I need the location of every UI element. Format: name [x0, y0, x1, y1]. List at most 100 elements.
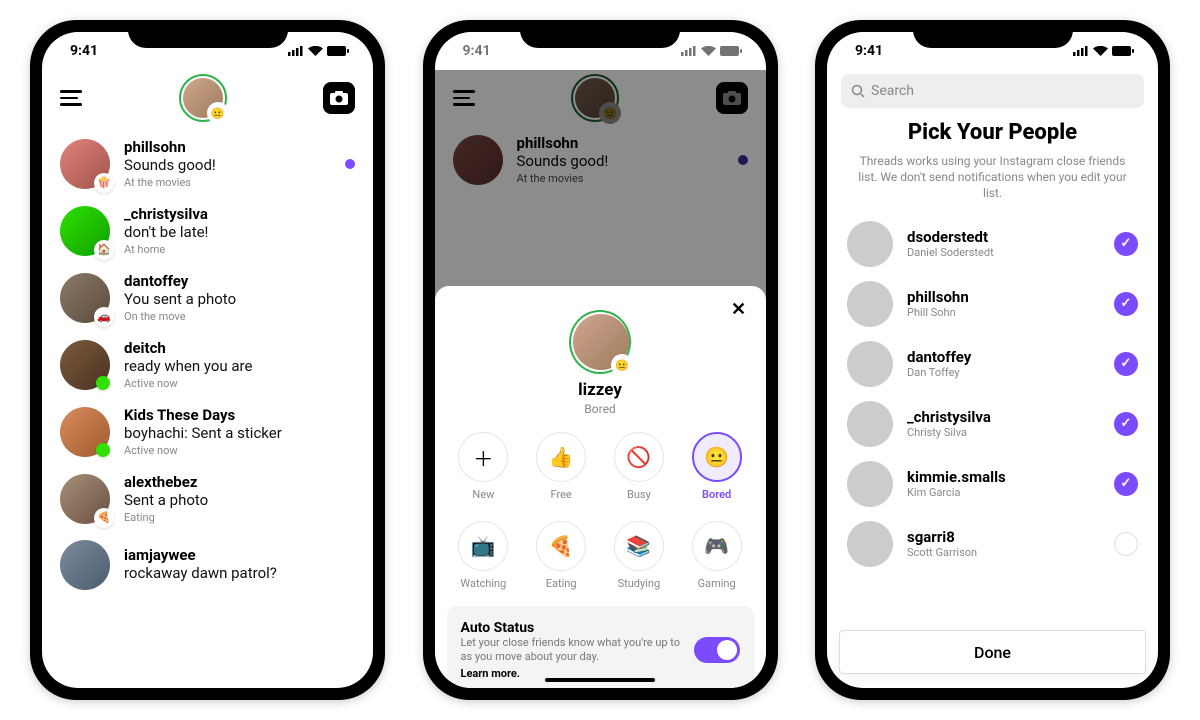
status-option[interactable]: 📺 Watching: [458, 521, 508, 590]
chat-row[interactable]: 🍕 alexthebezSent a photoEating: [42, 465, 373, 532]
status-label: Watching: [460, 577, 506, 590]
status-badge: 🍿: [94, 173, 114, 193]
search-placeholder: Search: [871, 83, 914, 99]
status-circle: 🎮: [692, 521, 742, 571]
chat-info: alexthebezSent a photoEating: [124, 473, 355, 524]
status-badge: 🚗: [94, 307, 114, 327]
chat-username: Kids These Days: [124, 406, 355, 424]
status-circle: ＋: [458, 432, 508, 482]
people-list[interactable]: dsoderstedtDaniel Soderstedt ✓ phillsohn…: [827, 214, 1158, 574]
chat-info: dantoffeyYou sent a photoOn the move: [124, 272, 355, 323]
check-circle[interactable]: [1114, 532, 1138, 556]
status-sheet: ✕ 😐 lizzey Bored ＋New👍Free🚫Busy😐Bored 📺W…: [435, 286, 766, 688]
chat-row[interactable]: Kids These Daysboyhachi: Sent a stickerA…: [42, 398, 373, 465]
person-row[interactable]: _christysilvaChristy Silva ✓: [827, 394, 1158, 454]
phone-frame-1: 9:41 😐 🍿 phillsohnSounds good!At the mov…: [30, 20, 385, 700]
status-option[interactable]: 👍Free: [536, 432, 586, 501]
auto-status-title: Auto Status: [461, 620, 684, 636]
check-circle[interactable]: ✓: [1114, 352, 1138, 376]
person-fullname: Christy Silva: [907, 426, 1100, 439]
status-badge: 🏠: [94, 240, 114, 260]
status-right: [681, 46, 742, 56]
chat-row[interactable]: 🚗 dantoffeyYou sent a photoOn the move: [42, 264, 373, 331]
notch: [913, 20, 1073, 48]
status-row-2: 📺 Watching 🍕Eating 📚Studying 🎮Gaming: [435, 505, 766, 594]
chat-row[interactable]: iamjayweerockaway dawn patrol?: [42, 532, 373, 598]
check-circle[interactable]: ✓: [1114, 232, 1138, 256]
chat-message: boyhachi: Sent a sticker: [124, 424, 355, 442]
status-circle: 👍: [536, 432, 586, 482]
person-info: phillsohnPhill Sohn: [907, 288, 1100, 319]
chat-username: iamjaywee: [124, 546, 355, 564]
status-label: Studying: [618, 577, 661, 590]
camera-button[interactable]: [323, 82, 355, 114]
chat-info: _christysilvadon't be late!At home: [124, 205, 355, 256]
status-option[interactable]: 🚫Busy: [614, 432, 664, 501]
chat-row[interactable]: deitchready when you areActive now: [42, 331, 373, 398]
screen-2: 9:41 😐 phillsohnSounds good!At the movie…: [435, 32, 766, 688]
status-label: Eating: [546, 577, 577, 590]
person-fullname: Kim Garcia: [907, 486, 1100, 499]
person-row[interactable]: kimmie.smallsKim Garcia ✓: [827, 454, 1158, 514]
person-avatar: [847, 341, 893, 387]
search-icon: [851, 84, 865, 98]
status-circle: 📺: [458, 521, 508, 571]
status-row-1: ＋ New 👍Free 🚫Busy 😐Bored: [435, 416, 766, 505]
status-time: 9:41: [463, 43, 491, 59]
chat-info: phillsohnSounds good!At the movies: [124, 138, 331, 189]
chat-row[interactable]: 🏠 _christysilvadon't be late!At home: [42, 197, 373, 264]
person-row[interactable]: phillsohnPhill Sohn ✓: [827, 274, 1158, 334]
person-username: dantoffey: [907, 348, 1100, 366]
auto-status-toggle[interactable]: [694, 637, 740, 663]
chat-substatus: At the movies: [124, 176, 331, 189]
search-input[interactable]: Search: [841, 74, 1144, 108]
status-time: 9:41: [70, 43, 98, 59]
picker-title: Pick Your People: [827, 120, 1158, 145]
chat-avatar: [60, 540, 110, 590]
check-circle[interactable]: ✓: [1114, 292, 1138, 316]
auto-status-card: Auto Status Let your close friends know …: [447, 606, 754, 688]
active-dot: [96, 443, 110, 457]
chat-avatar: [60, 340, 110, 390]
chat-avatar: 🍕: [60, 474, 110, 524]
status-option[interactable]: 🍕Eating: [536, 521, 586, 590]
app-dimmed: 😐 phillsohnSounds good!At the movies ✕ 😐…: [435, 70, 766, 688]
app-chats: 😐 🍿 phillsohnSounds good!At the movies 🏠…: [42, 70, 373, 688]
chat-substatus: At home: [124, 243, 355, 256]
picker-desc: Threads works using your Instagram close…: [827, 153, 1158, 202]
status-emoji-badge: 😐: [613, 356, 631, 374]
done-button[interactable]: Done: [839, 630, 1146, 674]
status-time: 9:41: [855, 43, 883, 59]
sheet-avatar: 😐: [569, 310, 631, 374]
chat-username: _christysilva: [124, 205, 355, 223]
signal-icon: [288, 46, 304, 56]
profile-avatar[interactable]: 😐: [179, 74, 227, 122]
status-label: Bored: [702, 488, 731, 501]
status-option[interactable]: 🎮Gaming: [692, 521, 742, 590]
status-option[interactable]: 😐Bored: [692, 432, 742, 501]
check-circle[interactable]: ✓: [1114, 472, 1138, 496]
status-option[interactable]: 📚Studying: [614, 521, 664, 590]
status-option[interactable]: ＋ New: [458, 432, 508, 501]
person-row[interactable]: sgarri8Scott Garrison: [827, 514, 1158, 574]
chat-list[interactable]: 🍿 phillsohnSounds good!At the movies 🏠 _…: [42, 126, 373, 602]
person-fullname: Phill Sohn: [907, 306, 1100, 319]
chat-info: Kids These Daysboyhachi: Sent a stickerA…: [124, 406, 355, 457]
status-label: New: [472, 488, 494, 501]
close-button[interactable]: ✕: [726, 296, 752, 322]
person-row[interactable]: dsoderstedtDaniel Soderstedt ✓: [827, 214, 1158, 274]
menu-button[interactable]: [60, 90, 82, 106]
unread-dot: [345, 159, 355, 169]
chat-username: dantoffey: [124, 272, 355, 290]
chat-message: You sent a photo: [124, 290, 355, 308]
person-info: kimmie.smallsKim Garcia: [907, 468, 1100, 499]
home-indicator[interactable]: [545, 678, 655, 682]
screen-3: 9:41 Search Pick Your People Threads wor…: [827, 32, 1158, 688]
person-username: phillsohn: [907, 288, 1100, 306]
status-label: Busy: [627, 488, 651, 501]
chat-row[interactable]: 🍿 phillsohnSounds good!At the movies: [42, 130, 373, 197]
person-row[interactable]: dantoffeyDan Toffey ✓: [827, 334, 1158, 394]
battery-icon: [327, 46, 349, 56]
person-info: _christysilvaChristy Silva: [907, 408, 1100, 439]
check-circle[interactable]: ✓: [1114, 412, 1138, 436]
